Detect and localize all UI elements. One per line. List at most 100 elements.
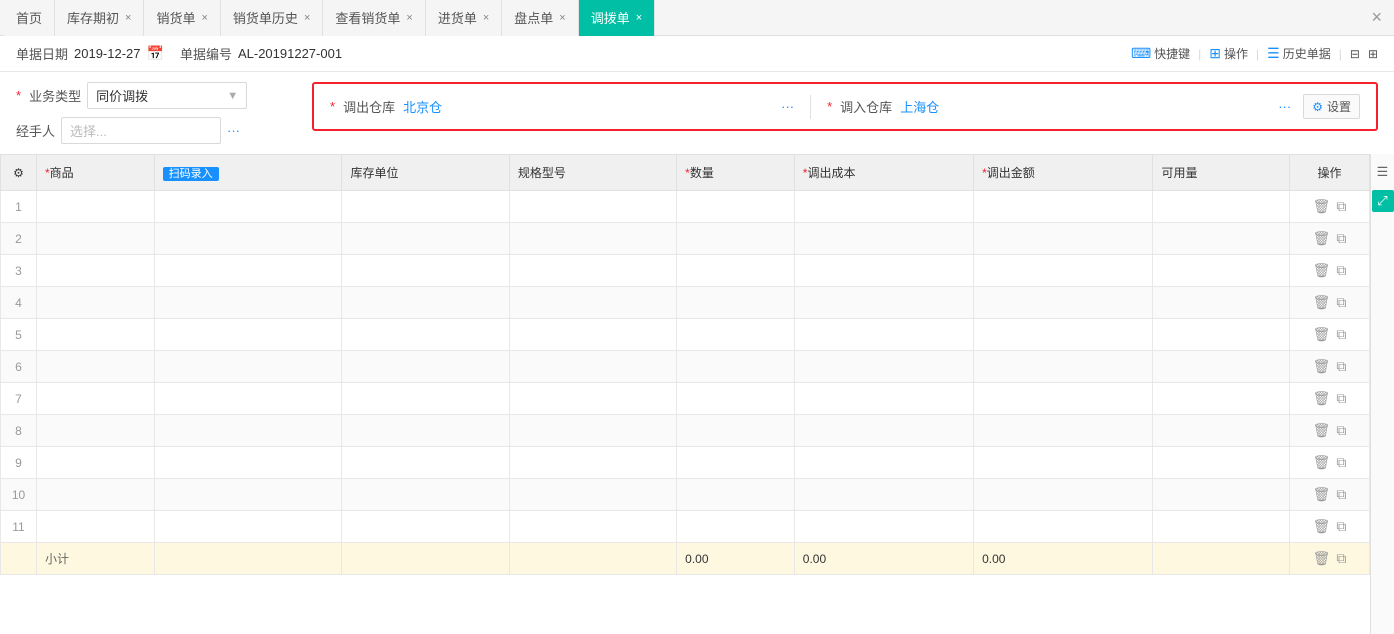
- sidebar-expand-icon[interactable]: ⤢: [1372, 190, 1394, 212]
- handler-select[interactable]: 选择...: [61, 117, 221, 144]
- copy-icon-11[interactable]: ⧉: [1336, 518, 1346, 535]
- cost-cell-1[interactable]: [794, 191, 973, 223]
- unit-cell-10[interactable]: [342, 479, 509, 511]
- unit-cell-8[interactable]: [342, 415, 509, 447]
- qty-cell-7[interactable]: [677, 383, 795, 415]
- goods-cell-5[interactable]: [37, 319, 155, 351]
- tab-bar-close-all[interactable]: ×: [1359, 7, 1394, 28]
- qty-cell-11[interactable]: [677, 511, 795, 543]
- tab-view-sales-close[interactable]: ×: [406, 12, 412, 24]
- delete-icon-11[interactable]: 🗑: [1313, 518, 1331, 535]
- amount-cell-10[interactable]: [974, 479, 1153, 511]
- goods-cell-9[interactable]: [37, 447, 155, 479]
- subtotal-copy-icon[interactable]: ⧉: [1336, 550, 1346, 567]
- history-btn[interactable]: ☰ 历史单据: [1267, 45, 1331, 62]
- goods-cell-2[interactable]: [37, 223, 155, 255]
- unit-cell-9[interactable]: [342, 447, 509, 479]
- spec-cell-1[interactable]: [509, 191, 676, 223]
- delete-icon-6[interactable]: 🗑: [1313, 358, 1331, 375]
- copy-icon-2[interactable]: ⧉: [1336, 230, 1346, 247]
- amount-cell-11[interactable]: [974, 511, 1153, 543]
- amount-cell-5[interactable]: [974, 319, 1153, 351]
- qty-cell-9[interactable]: [677, 447, 795, 479]
- amount-cell-3[interactable]: [974, 255, 1153, 287]
- delete-icon-4[interactable]: 🗑: [1313, 294, 1331, 311]
- spec-cell-11[interactable]: [509, 511, 676, 543]
- delete-icon-8[interactable]: 🗑: [1313, 422, 1331, 439]
- spec-cell-5[interactable]: [509, 319, 676, 351]
- spec-cell-6[interactable]: [509, 351, 676, 383]
- handler-more-btn[interactable]: ···: [227, 123, 240, 138]
- delete-icon-9[interactable]: 🗑: [1313, 454, 1331, 471]
- tab-view-sales[interactable]: 查看销货单 ×: [323, 0, 425, 36]
- spec-cell-9[interactable]: [509, 447, 676, 479]
- amount-cell-9[interactable]: [974, 447, 1153, 479]
- tab-transfer-close[interactable]: ×: [636, 12, 642, 24]
- amount-cell-1[interactable]: [974, 191, 1153, 223]
- tab-purchase[interactable]: 进货单 ×: [426, 0, 502, 36]
- cost-cell-7[interactable]: [794, 383, 973, 415]
- transfer-out-more-btn[interactable]: ···: [781, 99, 794, 114]
- tab-stocktake[interactable]: 盘点单 ×: [502, 0, 578, 36]
- qty-cell-4[interactable]: [677, 287, 795, 319]
- copy-icon-8[interactable]: ⧉: [1336, 422, 1346, 439]
- cost-cell-6[interactable]: [794, 351, 973, 383]
- delete-icon-7[interactable]: 🗑: [1313, 390, 1331, 407]
- unit-cell-5[interactable]: [342, 319, 509, 351]
- col-scan[interactable]: 扫码录入: [154, 155, 342, 191]
- cost-cell-9[interactable]: [794, 447, 973, 479]
- cost-cell-4[interactable]: [794, 287, 973, 319]
- spec-cell-3[interactable]: [509, 255, 676, 287]
- qty-cell-5[interactable]: [677, 319, 795, 351]
- tab-stocktake-close[interactable]: ×: [559, 12, 565, 24]
- tab-sales-order-close[interactable]: ×: [201, 12, 207, 24]
- tab-sales-history-close[interactable]: ×: [304, 12, 310, 24]
- cost-cell-11[interactable]: [794, 511, 973, 543]
- goods-cell-4[interactable]: [37, 287, 155, 319]
- cost-cell-5[interactable]: [794, 319, 973, 351]
- goods-cell-10[interactable]: [37, 479, 155, 511]
- settings-button[interactable]: ⚙ 设置: [1303, 94, 1360, 119]
- spec-cell-2[interactable]: [509, 223, 676, 255]
- layout-btn2[interactable]: ⊞: [1368, 47, 1378, 61]
- transfer-in-value[interactable]: 上海仓: [900, 97, 939, 116]
- qty-cell-1[interactable]: [677, 191, 795, 223]
- copy-icon-9[interactable]: ⧉: [1336, 454, 1346, 471]
- amount-cell-2[interactable]: [974, 223, 1153, 255]
- copy-icon-1[interactable]: ⧉: [1336, 198, 1346, 215]
- copy-icon-7[interactable]: ⧉: [1336, 390, 1346, 407]
- shortcut-btn[interactable]: ⌨ 快捷键: [1131, 45, 1190, 62]
- tab-home[interactable]: 首页: [4, 0, 55, 36]
- delete-icon-3[interactable]: 🗑: [1313, 262, 1331, 279]
- qty-cell-2[interactable]: [677, 223, 795, 255]
- transfer-in-more-btn[interactable]: ···: [1278, 99, 1291, 114]
- amount-cell-4[interactable]: [974, 287, 1153, 319]
- unit-cell-3[interactable]: [342, 255, 509, 287]
- unit-cell-7[interactable]: [342, 383, 509, 415]
- copy-icon-4[interactable]: ⧉: [1336, 294, 1346, 311]
- copy-icon-5[interactable]: ⧉: [1336, 326, 1346, 343]
- tab-inventory-init-close[interactable]: ×: [125, 12, 131, 24]
- delete-icon-2[interactable]: 🗑: [1313, 230, 1331, 247]
- cost-cell-8[interactable]: [794, 415, 973, 447]
- qty-cell-8[interactable]: [677, 415, 795, 447]
- scan-button[interactable]: 扫码录入: [163, 167, 219, 181]
- goods-cell-7[interactable]: [37, 383, 155, 415]
- delete-icon-10[interactable]: 🗑: [1313, 486, 1331, 503]
- transfer-out-value[interactable]: 北京仓: [403, 97, 442, 116]
- amount-cell-6[interactable]: [974, 351, 1153, 383]
- unit-cell-1[interactable]: [342, 191, 509, 223]
- copy-icon-3[interactable]: ⧉: [1336, 262, 1346, 279]
- calendar-icon[interactable]: 📅: [147, 45, 164, 62]
- unit-cell-2[interactable]: [342, 223, 509, 255]
- business-type-select[interactable]: 同价调拨 ▼: [87, 82, 247, 109]
- amount-cell-8[interactable]: [974, 415, 1153, 447]
- cost-cell-10[interactable]: [794, 479, 973, 511]
- delete-icon-5[interactable]: 🗑: [1313, 326, 1331, 343]
- tab-transfer[interactable]: 调拨单 ×: [579, 0, 655, 36]
- cost-cell-2[interactable]: [794, 223, 973, 255]
- tab-sales-order[interactable]: 销货单 ×: [144, 0, 220, 36]
- operation-btn[interactable]: ⊞ 操作: [1209, 45, 1248, 62]
- tab-purchase-close[interactable]: ×: [483, 12, 489, 24]
- tab-inventory-init[interactable]: 库存期初 ×: [55, 0, 144, 36]
